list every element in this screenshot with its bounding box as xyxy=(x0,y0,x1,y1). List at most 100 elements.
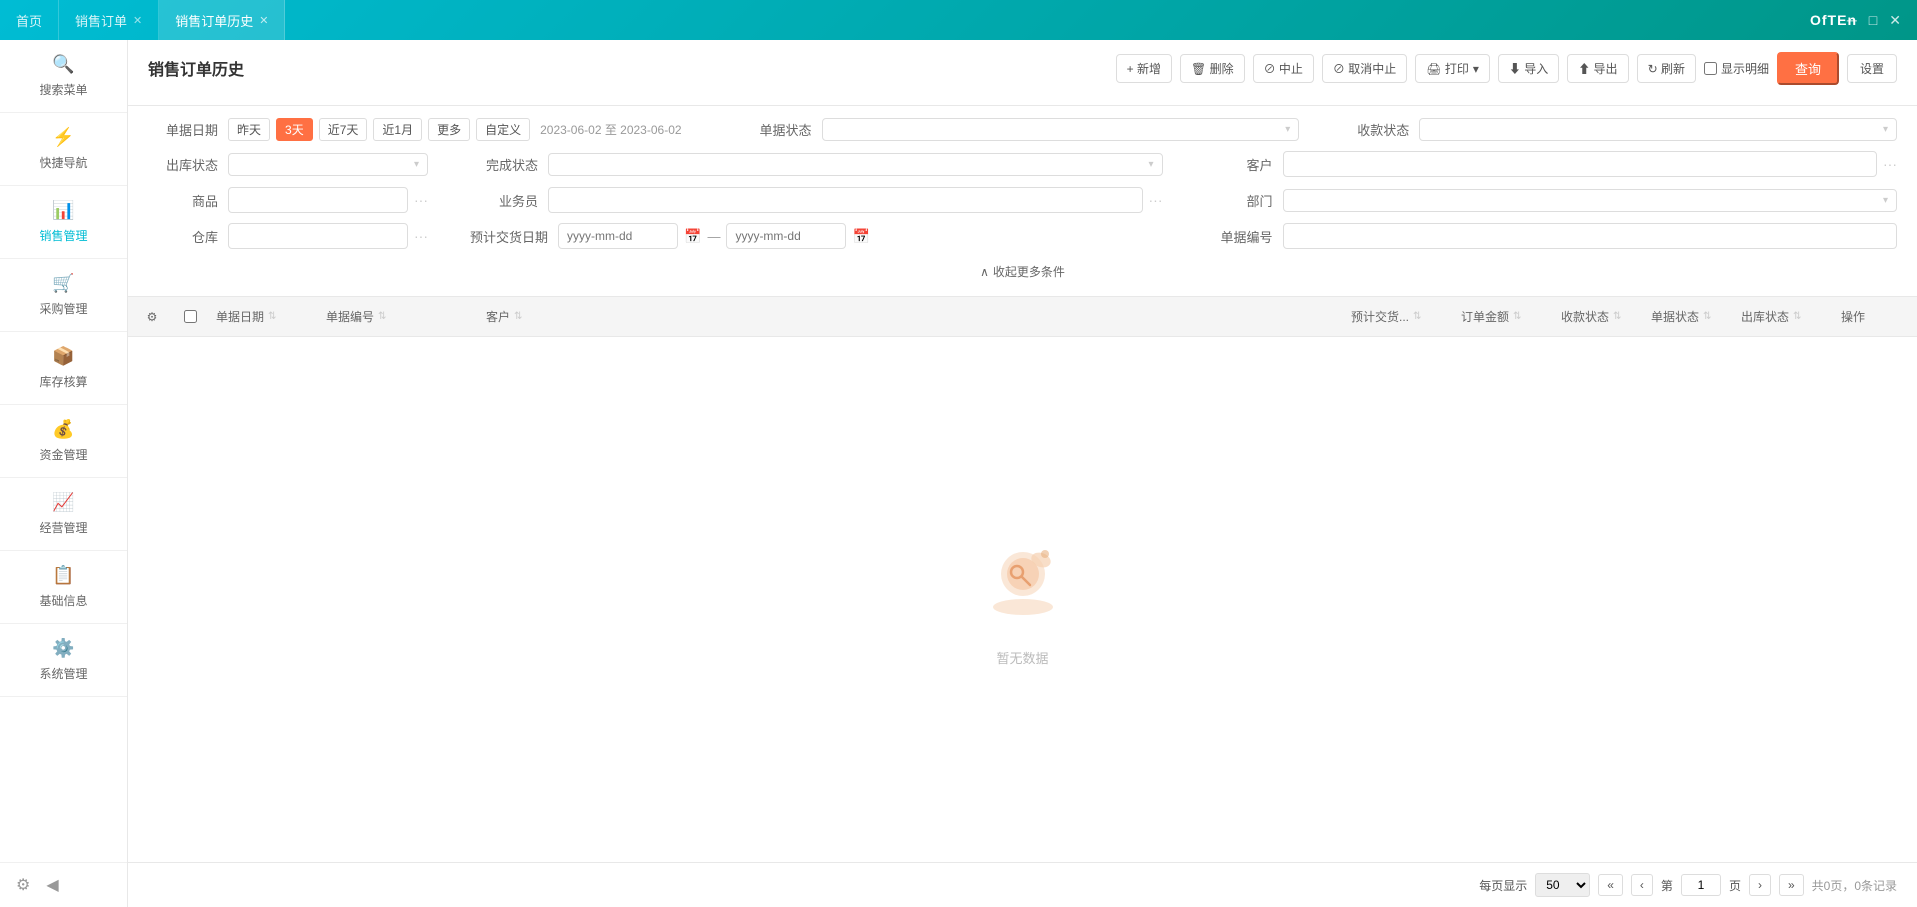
new-button[interactable]: + 新增 xyxy=(1116,54,1172,83)
stop-button-label: ⊘ 中止 xyxy=(1264,60,1303,77)
th-pay-status-sort[interactable]: ⇅ xyxy=(1613,311,1621,322)
delivery-date-to-cal[interactable]: 📅 xyxy=(852,228,869,245)
cancel-stop-button[interactable]: ⊘ 取消中止 xyxy=(1322,54,1407,83)
delete-button-label: 🗑 删除 xyxy=(1191,60,1234,77)
th-stock-status-sort[interactable]: ⇅ xyxy=(1793,311,1801,322)
th-settings[interactable]: ⚙ xyxy=(132,300,172,334)
th-sn[interactable]: 单据编号 ⇅ xyxy=(318,298,478,335)
th-customer-sort[interactable]: ⇅ xyxy=(514,311,522,322)
sidebar-item-basic-info[interactable]: 📋 基础信息 xyxy=(0,551,127,624)
goods-input[interactable] xyxy=(228,187,408,213)
th-amount-sort[interactable]: ⇅ xyxy=(1513,311,1521,322)
customer-ellipsis[interactable]: ··· xyxy=(1883,156,1897,172)
sidebar-item-operations[interactable]: 📈 经营管理 xyxy=(0,478,127,551)
date-btn-custom[interactable]: 自定义 xyxy=(476,118,530,141)
th-stock-status[interactable]: 出库状态 ⇅ xyxy=(1733,298,1833,335)
collapse-row[interactable]: ∧ 收起更多条件 xyxy=(148,259,1897,284)
salesperson-input[interactable] xyxy=(548,187,1143,213)
top-bar: 首页 销售订单 ✕ 销售订单历史 ✕ OfTEn ─ □ ✕ xyxy=(0,0,1917,40)
query-button[interactable]: 查询 xyxy=(1777,52,1839,85)
window-controls: ─ □ ✕ xyxy=(1847,12,1917,29)
display-cols-checkbox[interactable]: 显示明细 xyxy=(1704,60,1769,77)
th-date-sort[interactable]: ⇅ xyxy=(268,311,276,322)
date-btn-1month[interactable]: 近1月 xyxy=(373,118,422,141)
th-sn-sort[interactable]: ⇅ xyxy=(378,311,386,322)
sidebar-item-purchase-mgmt-label: 采购管理 xyxy=(39,300,87,317)
tab-sales-order-close[interactable]: ✕ xyxy=(133,14,142,27)
last-page-button[interactable]: » xyxy=(1779,874,1804,896)
salesperson-ellipsis[interactable]: ··· xyxy=(1149,192,1163,208)
table-settings-icon[interactable]: ⚙ xyxy=(147,310,158,324)
bill-status-select[interactable]: ▾ xyxy=(822,118,1300,141)
export-button-label: ⬆ 导出 xyxy=(1578,60,1617,77)
tab-home[interactable]: 首页 xyxy=(0,0,59,40)
customer-label: 客户 xyxy=(1203,155,1283,174)
sidebar-item-inventory[interactable]: 📦 库存核算 xyxy=(0,332,127,405)
stop-button[interactable]: ⊘ 中止 xyxy=(1253,54,1314,83)
export-button[interactable]: ⬆ 导出 xyxy=(1567,54,1628,83)
sidebar-settings-icon[interactable]: ⚙ xyxy=(16,875,30,895)
sidebar-item-quick-nav-label: 快捷导航 xyxy=(39,154,87,171)
date-btn-7days[interactable]: 近7天 xyxy=(319,118,368,141)
display-cols-input[interactable] xyxy=(1704,62,1717,75)
customer-input[interactable] xyxy=(1283,151,1878,177)
select-all-checkbox[interactable] xyxy=(184,310,197,323)
date-btn-yesterday[interactable]: 昨天 xyxy=(228,118,270,141)
bill-no-input[interactable] xyxy=(1283,223,1898,249)
maximize-icon[interactable]: □ xyxy=(1869,12,1877,28)
refresh-button[interactable]: ↻ 刷新 xyxy=(1637,54,1696,83)
delivery-date-to[interactable] xyxy=(726,223,846,249)
th-customer[interactable]: 客户 ⇅ xyxy=(478,298,1343,335)
next-page-button[interactable]: › xyxy=(1749,874,1771,896)
dept-label: 部门 xyxy=(1203,191,1283,210)
import-button[interactable]: ⬇ 导入 xyxy=(1498,54,1559,83)
th-checkbox[interactable] xyxy=(172,300,208,333)
sidebar-item-purchase-mgmt[interactable]: 🛒 采购管理 xyxy=(0,259,127,332)
th-delivery-sort[interactable]: ⇅ xyxy=(1413,311,1421,322)
sidebar-item-finance[interactable]: 💰 资金管理 xyxy=(0,405,127,478)
th-pay-status[interactable]: 收款状态 ⇅ xyxy=(1553,298,1643,335)
page-number-input[interactable] xyxy=(1681,874,1721,896)
bill-status-label: 单据状态 xyxy=(742,120,822,139)
bill-status-arrow: ▾ xyxy=(1285,124,1290,135)
salesperson-label: 业务员 xyxy=(468,191,548,210)
complete-select[interactable]: ▾ xyxy=(548,153,1163,176)
tab-sales-order-history[interactable]: 销售订单历史 ✕ xyxy=(159,0,285,40)
sidebar-item-system-mgmt[interactable]: ⚙️ 系统管理 xyxy=(0,624,127,697)
pay-status-select[interactable]: ▾ xyxy=(1419,118,1897,141)
first-page-button[interactable]: « xyxy=(1598,874,1623,896)
delivery-date-from[interactable] xyxy=(558,223,678,249)
date-btn-more[interactable]: 更多 xyxy=(428,118,470,141)
sidebar-expand-icon[interactable]: ◀ xyxy=(46,875,58,895)
close-icon[interactable]: ✕ xyxy=(1889,12,1901,29)
settings-button[interactable]: 设置 xyxy=(1847,54,1897,83)
page-size-select[interactable]: 50 10 20 100 xyxy=(1535,873,1590,897)
prev-page-button[interactable]: ‹ xyxy=(1631,874,1653,896)
sidebar-item-search-menu[interactable]: 🔍 搜索菜单 xyxy=(0,40,127,113)
import-button-label: ⬇ 导入 xyxy=(1509,60,1548,77)
th-delivery[interactable]: 预计交货... ⇅ xyxy=(1343,298,1453,335)
sidebar-item-sales-mgmt[interactable]: 📊 销售管理 xyxy=(0,186,127,259)
delete-button[interactable]: 🗑 删除 xyxy=(1180,54,1245,83)
stock-out-select[interactable]: ▾ xyxy=(228,153,428,176)
th-bill-status-sort[interactable]: ⇅ xyxy=(1703,311,1711,322)
th-bill-status[interactable]: 单据状态 ⇅ xyxy=(1643,298,1733,335)
tab-home-label: 首页 xyxy=(16,11,42,30)
tab-sales-order[interactable]: 销售订单 ✕ xyxy=(59,0,159,40)
th-amount[interactable]: 订单金额 ⇅ xyxy=(1453,298,1553,335)
date-btn-3days[interactable]: 3天 xyxy=(276,118,313,141)
th-action: 操作 xyxy=(1833,298,1913,335)
goods-ellipsis[interactable]: ··· xyxy=(414,192,428,208)
dept-arrow: ▾ xyxy=(1883,195,1888,206)
th-bill-status-label: 单据状态 xyxy=(1651,308,1699,325)
delivery-date-from-cal[interactable]: 📅 xyxy=(684,228,701,245)
th-date[interactable]: 单据日期 ⇅ xyxy=(208,298,318,335)
th-action-label: 操作 xyxy=(1841,308,1865,325)
warehouse-ellipsis[interactable]: ··· xyxy=(414,228,428,244)
warehouse-input[interactable] xyxy=(228,223,408,249)
print-button[interactable]: 🖨 打印 ▾ xyxy=(1415,54,1490,83)
sidebar-item-quick-nav[interactable]: ⚡ 快捷导航 xyxy=(0,113,127,186)
tab-sales-order-history-close[interactable]: ✕ xyxy=(259,14,268,27)
dept-select[interactable]: ▾ xyxy=(1283,189,1898,212)
th-pay-status-label: 收款状态 xyxy=(1561,308,1609,325)
